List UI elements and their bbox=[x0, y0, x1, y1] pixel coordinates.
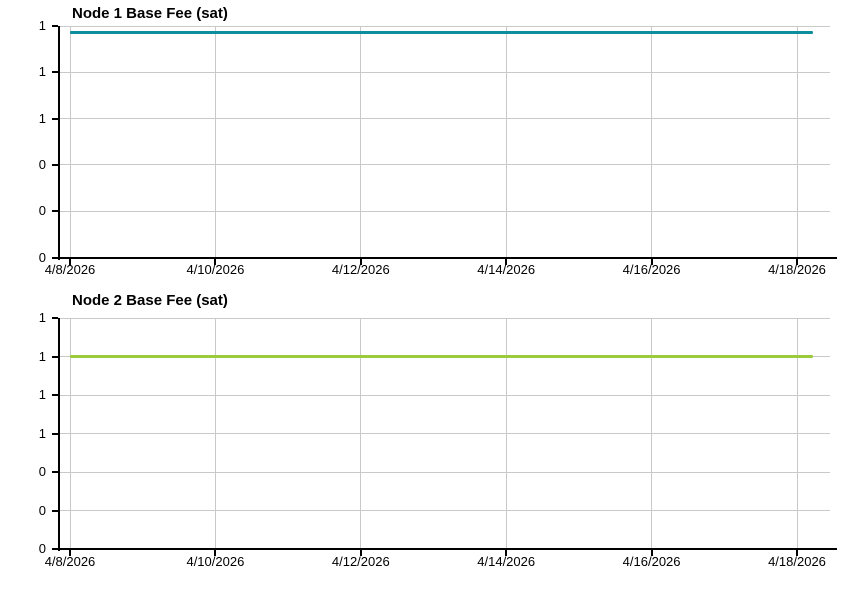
x-tick-label: 4/14/2026 bbox=[477, 262, 536, 277]
y-gridline bbox=[59, 433, 830, 434]
y-tick-label: 1 bbox=[38, 18, 46, 33]
series-line-node-2-base-fee bbox=[70, 355, 813, 358]
y-tick-label: 1 bbox=[38, 425, 46, 441]
fee-charts-panel: Node 1 Base Fee (sat) 4/8/2026 4/10/2026 4… bbox=[0, 0, 860, 600]
chart-title-node2: Node 2 Base Fee (sat) bbox=[72, 292, 228, 309]
y-gridline bbox=[59, 471, 830, 473]
x-gridline bbox=[69, 26, 71, 258]
y-gridline bbox=[59, 118, 830, 120]
y-tick-label: 0 bbox=[38, 203, 46, 219]
x-gridline bbox=[360, 26, 362, 258]
x-gridline bbox=[796, 26, 798, 258]
y-gridline bbox=[59, 317, 830, 319]
chart-title-node1: Node 1 Base Fee (sat) bbox=[72, 5, 228, 22]
x-tick-label: 4/10/2026 bbox=[186, 262, 245, 277]
x-tick-label: 4/18/2026 bbox=[768, 262, 826, 277]
x-gridline bbox=[214, 26, 216, 258]
y-tick-label: 0 bbox=[38, 541, 46, 556]
y-gridline bbox=[59, 394, 830, 396]
x-tick-label: 4/16/2026 bbox=[622, 553, 681, 569]
y-tick-label: 0 bbox=[38, 249, 46, 265]
x-tick-label: 4/12/2026 bbox=[331, 553, 390, 569]
y-gridline bbox=[59, 510, 830, 511]
y-gridline bbox=[59, 164, 830, 166]
x-tick-label: 4/12/2026 bbox=[331, 262, 390, 277]
y-gridline bbox=[59, 71, 830, 73]
x-tick-label: 4/16/2026 bbox=[622, 262, 681, 277]
x-gridline bbox=[505, 26, 507, 258]
x-tick-label: 4/18/2026 bbox=[768, 553, 826, 569]
x-axis-line bbox=[58, 256, 837, 259]
y-tick-label: 0 bbox=[38, 502, 46, 518]
y-tick-label: 0 bbox=[38, 156, 46, 172]
y-tick-label: 1 bbox=[38, 310, 46, 325]
y-axis-line bbox=[58, 318, 60, 551]
y-gridline bbox=[59, 210, 830, 212]
x-gridline bbox=[651, 26, 653, 258]
y-tick-label: 1 bbox=[38, 387, 46, 402]
x-axis-line bbox=[58, 548, 837, 550]
y-axis-line bbox=[58, 26, 60, 260]
x-tick-label: 4/10/2026 bbox=[186, 553, 245, 569]
y-tick-label: 1 bbox=[38, 110, 46, 126]
y-gridline bbox=[59, 25, 830, 27]
series-line-node-1-base-fee bbox=[70, 31, 813, 35]
y-tick-label: 1 bbox=[38, 64, 46, 80]
x-tick-label: 4/14/2026 bbox=[477, 553, 536, 569]
y-tick-label: 0 bbox=[38, 464, 46, 479]
y-tick-label: 1 bbox=[38, 348, 46, 364]
